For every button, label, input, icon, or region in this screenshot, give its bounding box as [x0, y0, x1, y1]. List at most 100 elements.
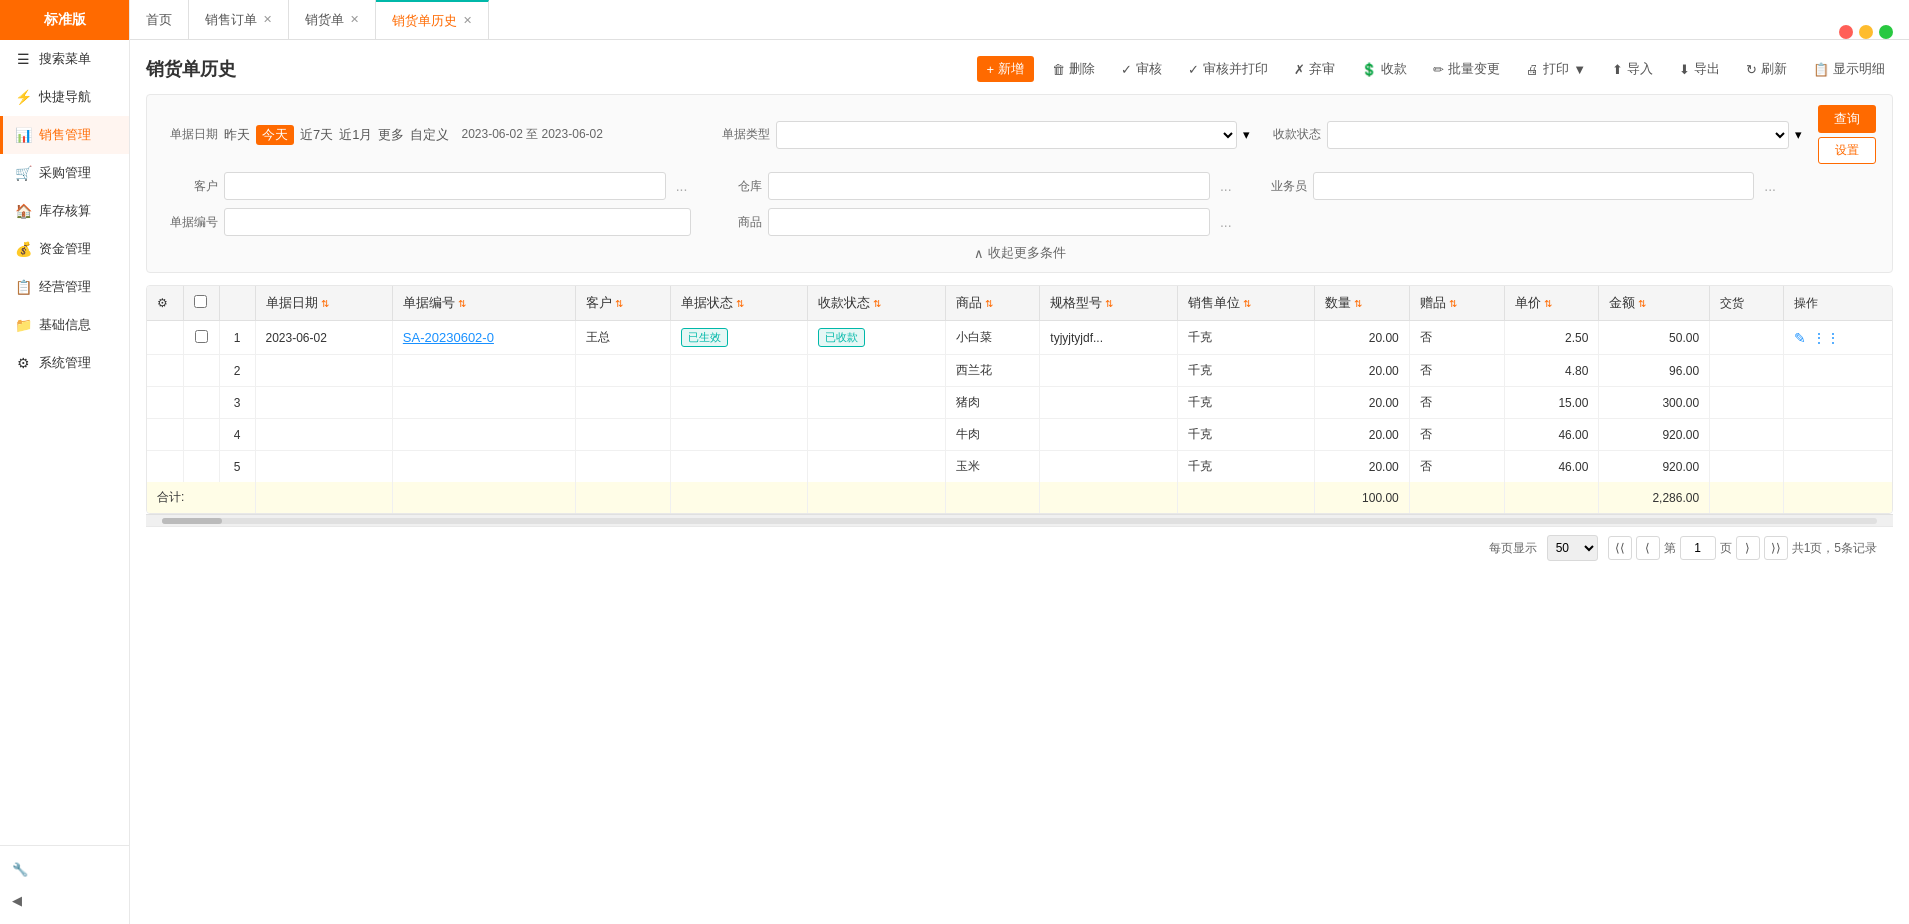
- page-input[interactable]: [1680, 536, 1716, 560]
- audit-button[interactable]: ✓ 审核: [1113, 56, 1170, 82]
- import-button[interactable]: ⬆ 导入: [1604, 56, 1661, 82]
- th-unit-price[interactable]: 单价 ⇅: [1504, 286, 1599, 321]
- shortcut-custom[interactable]: 自定义: [410, 126, 449, 144]
- batch-change-button[interactable]: ✏ 批量变更: [1425, 56, 1508, 82]
- row-doc-date: [255, 451, 392, 483]
- page-last-btn[interactable]: ⟩⟩: [1764, 536, 1788, 560]
- row-doc-status: 已生效: [670, 321, 807, 355]
- tab-sales-order[interactable]: 销售订单 ✕: [189, 0, 289, 39]
- scrollbar-thumb[interactable]: [162, 518, 222, 524]
- page-size-select[interactable]: 20 50 100: [1547, 535, 1598, 561]
- search-menu-icon: ☰: [15, 51, 31, 67]
- sidebar-item-operations[interactable]: 📋 经营管理: [0, 268, 129, 306]
- row-unit-price: 46.00: [1504, 451, 1599, 483]
- row-unit-price: 15.00: [1504, 387, 1599, 419]
- customer-input[interactable]: [224, 172, 666, 200]
- query-section: 查询 设置: [1818, 105, 1876, 164]
- sidebar-bottom-collapse[interactable]: ◀: [0, 885, 129, 916]
- collect-button[interactable]: 💲 收款: [1353, 56, 1415, 82]
- th-doc-date[interactable]: 单据日期 ⇅: [255, 286, 392, 321]
- th-goods[interactable]: 商品 ⇅: [945, 286, 1040, 321]
- filter-settings-button[interactable]: 设置: [1818, 137, 1876, 164]
- more-icon[interactable]: ⋮⋮: [1812, 330, 1840, 346]
- sidebar-item-basic-info[interactable]: 📁 基础信息: [0, 306, 129, 344]
- goods-input[interactable]: [768, 208, 1210, 236]
- window-close-btn[interactable]: [1839, 25, 1853, 39]
- th-amount[interactable]: 金额 ⇅: [1599, 286, 1710, 321]
- sort-customer-icon: ⇅: [615, 298, 623, 309]
- sys-mgmt-icon: ⚙: [15, 355, 31, 371]
- filter-customer: 客户 ...: [163, 172, 691, 200]
- shortcut-last7[interactable]: 近7天: [300, 126, 333, 144]
- tab-home[interactable]: 首页: [130, 0, 189, 39]
- summary-spacer10: [1504, 482, 1599, 513]
- filter-doc-no: 单据编号: [163, 208, 691, 236]
- warehouse-dots[interactable]: ...: [1216, 178, 1236, 194]
- th-doc-no[interactable]: 单据编号 ⇅: [392, 286, 575, 321]
- row-unit-price: 46.00: [1504, 419, 1599, 451]
- collapse-btn[interactable]: ∧ 收起更多条件: [163, 244, 1876, 262]
- tab-sales-history-close[interactable]: ✕: [463, 14, 472, 27]
- refresh-button[interactable]: ↻ 刷新: [1738, 56, 1795, 82]
- new-button[interactable]: + 新增: [977, 56, 1035, 82]
- select-all-checkbox[interactable]: [194, 295, 207, 308]
- window-controls: [1831, 25, 1901, 39]
- th-qty[interactable]: 数量 ⇅: [1314, 286, 1409, 321]
- employee-input[interactable]: [1313, 172, 1755, 200]
- goods-label: 商品: [707, 214, 762, 231]
- employee-dots[interactable]: ...: [1760, 178, 1780, 194]
- doc-type-select[interactable]: [776, 121, 1238, 149]
- tab-sales-goods[interactable]: 销货单 ✕: [289, 0, 376, 39]
- page-label2: 页: [1720, 540, 1732, 557]
- query-button[interactable]: 查询: [1818, 105, 1876, 133]
- row-checkbox[interactable]: [195, 330, 208, 343]
- sidebar-item-inventory[interactable]: 🏠 库存核算: [0, 192, 129, 230]
- th-gear[interactable]: ⚙: [147, 286, 183, 321]
- sidebar-item-sales-mgmt[interactable]: 📊 销售管理: [0, 116, 129, 154]
- row-num: 1: [219, 321, 255, 355]
- doc-no-link[interactable]: SA-20230602-0: [403, 330, 494, 345]
- audit-print-button[interactable]: ✓ 审核并打印: [1180, 56, 1276, 82]
- th-spec[interactable]: 规格型号 ⇅: [1040, 286, 1177, 321]
- sidebar-bottom-settings[interactable]: 🔧: [0, 854, 129, 885]
- sidebar-item-search-menu[interactable]: ☰ 搜索菜单: [0, 40, 129, 78]
- export-button[interactable]: ⬇ 导出: [1671, 56, 1728, 82]
- page-first-btn[interactable]: ⟨⟨: [1608, 536, 1632, 560]
- window-min-btn[interactable]: [1859, 25, 1873, 39]
- tab-sales-goods-close[interactable]: ✕: [350, 13, 359, 26]
- table-row: 2 西兰花 千克 20.00 否 4.80 96.00: [147, 355, 1892, 387]
- warehouse-input[interactable]: [768, 172, 1210, 200]
- goods-dots[interactable]: ...: [1216, 214, 1236, 230]
- delete-button[interactable]: 🗑 删除: [1044, 56, 1103, 82]
- page-next-btn[interactable]: ⟩: [1736, 536, 1760, 560]
- page-prev-btn[interactable]: ⟨: [1636, 536, 1660, 560]
- shortcut-more[interactable]: 更多: [378, 126, 404, 144]
- th-gift[interactable]: 赠品 ⇅: [1409, 286, 1504, 321]
- th-unit[interactable]: 销售单位 ⇅: [1177, 286, 1314, 321]
- show-detail-button[interactable]: 📋 显示明细: [1805, 56, 1893, 82]
- customer-dots[interactable]: ...: [672, 178, 692, 194]
- horizontal-scrollbar[interactable]: [146, 514, 1893, 526]
- tab-sales-history[interactable]: 销货单历史 ✕: [376, 0, 489, 39]
- print-button[interactable]: 🖨 打印 ▼: [1518, 56, 1594, 82]
- th-doc-status[interactable]: 单据状态 ⇅: [670, 286, 807, 321]
- sidebar-item-sys-mgmt[interactable]: ⚙ 系统管理: [0, 344, 129, 382]
- row-qty: 20.00: [1314, 419, 1409, 451]
- shortcut-yesterday[interactable]: 昨天: [224, 126, 250, 144]
- table-head: ⚙ 单据日期 ⇅ 单据编号 ⇅: [147, 286, 1892, 321]
- sidebar-item-purchase-mgmt[interactable]: 🛒 采购管理: [0, 154, 129, 192]
- tab-sales-order-close[interactable]: ✕: [263, 13, 272, 26]
- shortcut-last-month[interactable]: 近1月: [339, 126, 372, 144]
- edit-icon[interactable]: ✎: [1794, 330, 1806, 346]
- sidebar-item-finance[interactable]: 💰 资金管理: [0, 230, 129, 268]
- shortcut-today[interactable]: 今天: [256, 125, 294, 145]
- sidebar-item-quick-nav[interactable]: ⚡ 快捷导航: [0, 78, 129, 116]
- abandon-button[interactable]: ✗ 弃审: [1286, 56, 1343, 82]
- th-collect-status[interactable]: 收款状态 ⇅: [808, 286, 945, 321]
- collect-status-select[interactable]: [1327, 121, 1789, 149]
- window-max-btn[interactable]: [1879, 25, 1893, 39]
- th-customer[interactable]: 客户 ⇅: [576, 286, 671, 321]
- row-doc-date: [255, 355, 392, 387]
- doc-no-input[interactable]: [224, 208, 691, 236]
- filter-doc-type: 单据类型 ▾: [715, 121, 1251, 149]
